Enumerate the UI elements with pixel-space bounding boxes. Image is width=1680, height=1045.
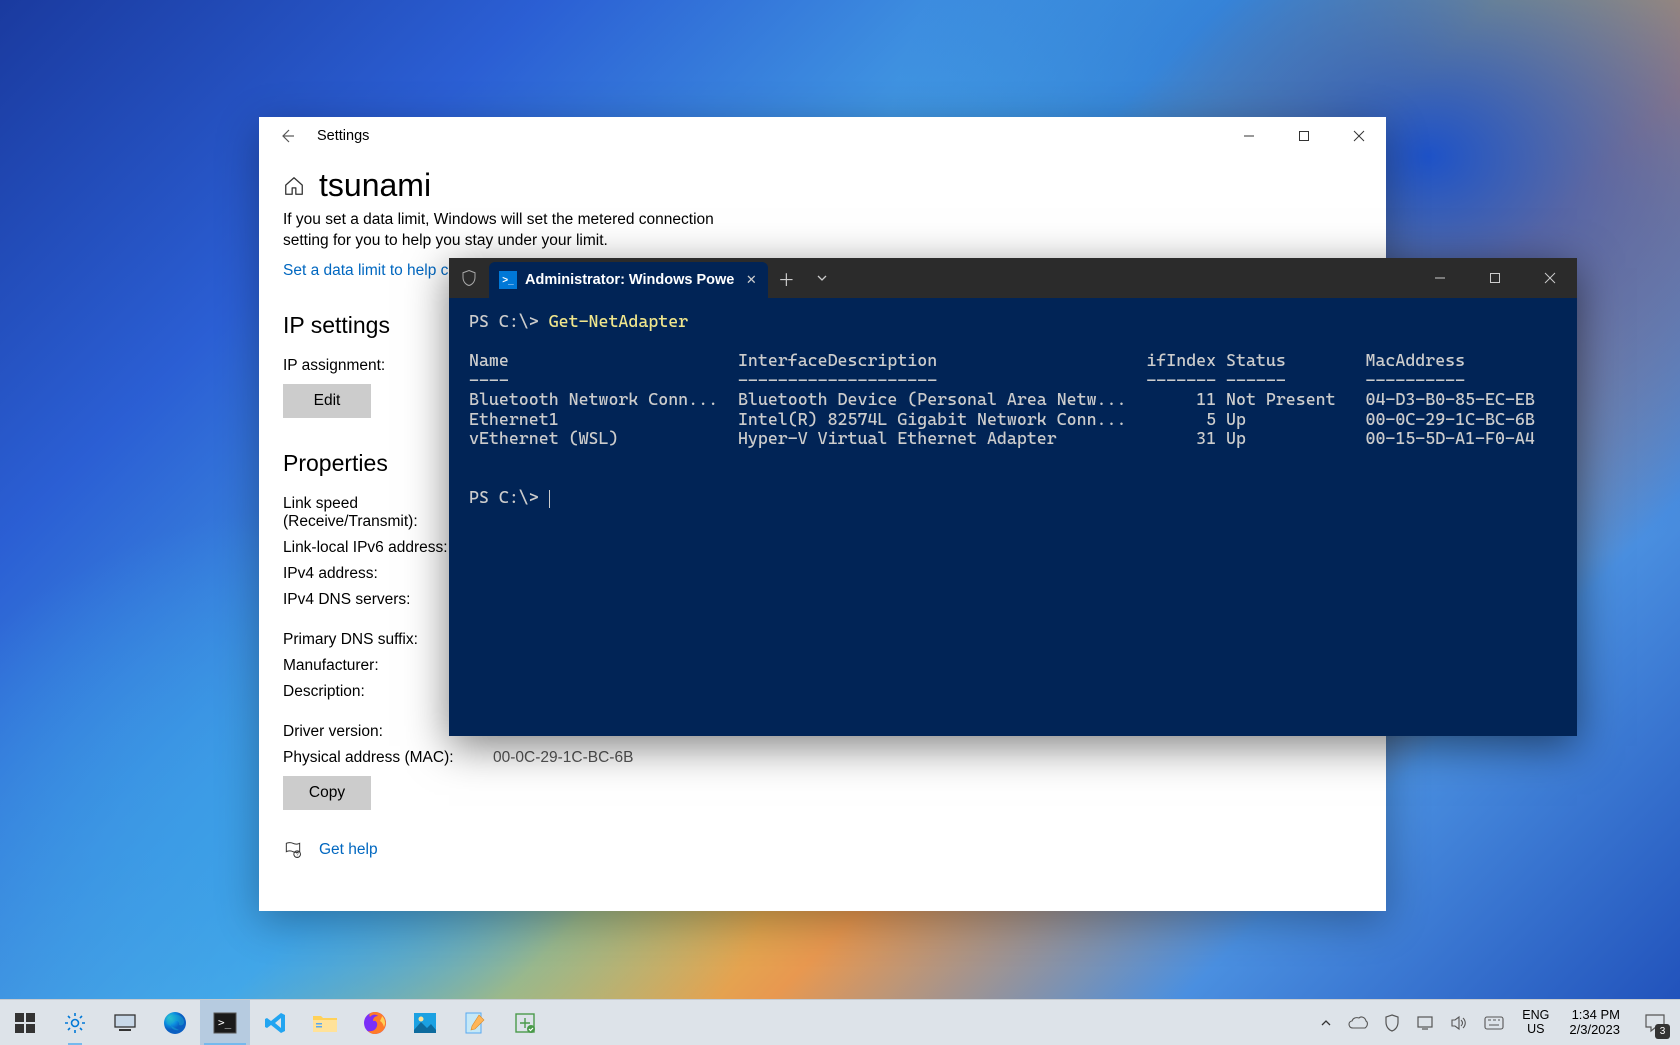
taskbar-settings[interactable] [50,1000,100,1045]
terminal-minimize-button[interactable] [1412,258,1467,298]
time-text: 1:34 PM [1572,1008,1620,1023]
prompt: PS C:\> [469,311,539,331]
start-button[interactable] [0,1000,50,1045]
notification-count: 3 [1655,1024,1670,1039]
taskbar-firefox[interactable] [350,1000,400,1045]
terminal-window: >_ Administrator: Windows Powe ✕ ＋ PS C:… [449,258,1577,736]
svg-text:>_: >_ [218,1016,232,1029]
help-icon: ? [283,840,303,860]
taskbar-notepad[interactable] [450,1000,500,1045]
home-icon[interactable] [283,175,305,197]
minimize-button[interactable] [1221,117,1276,155]
terminal-tab[interactable]: >_ Administrator: Windows Powe ✕ [489,262,768,298]
taskbar-explorer[interactable] [300,1000,350,1045]
taskbar: >_ ENG US 1:34 PM 2/3/2023 3 [0,999,1680,1045]
prompt: PS C:\> [469,487,539,507]
tray-network-icon[interactable] [1408,1000,1442,1045]
settings-app-title: Settings [317,128,369,144]
notification-button[interactable]: 3 [1630,1000,1680,1045]
svg-text:?: ? [296,853,299,859]
clock[interactable]: 1:34 PM 2/3/2023 [1559,1000,1630,1045]
edit-button[interactable]: Edit [283,384,371,418]
taskbar-photos[interactable] [400,1000,450,1045]
terminal-close-button[interactable] [1522,258,1577,298]
date-text: 2/3/2023 [1569,1023,1620,1038]
cursor [549,490,550,508]
tab-dropdown-button[interactable] [804,258,840,298]
admin-shield-icon [449,258,489,298]
copy-button[interactable]: Copy [283,776,371,810]
taskbar-taskview[interactable] [100,1000,150,1045]
powershell-icon: >_ [499,271,517,289]
terminal-tab-title: Administrator: Windows Powe [525,272,734,288]
tray-chevron-up-icon[interactable] [1312,1000,1340,1045]
tray-onedrive-icon[interactable] [1340,1000,1376,1045]
data-limit-description: If you set a data limit, Windows will se… [283,210,723,252]
tray-volume-icon[interactable] [1442,1000,1476,1045]
tray-ime-icon[interactable] [1476,1000,1512,1045]
language-indicator[interactable]: ENG US [1512,1000,1559,1045]
property-value: 00-0C-29-1C-BC-6B [493,749,633,767]
terminal-titlebar[interactable]: >_ Administrator: Windows Powe ✕ ＋ [449,258,1577,298]
taskbar-edge[interactable] [150,1000,200,1045]
property-label: Physical address (MAC): [283,749,493,767]
command-text: Get-NetAdapter [549,311,688,331]
new-tab-button[interactable]: ＋ [768,258,804,298]
page-title: tsunami [319,167,431,204]
get-help-link[interactable]: Get help [319,841,378,859]
close-tab-button[interactable]: ✕ [742,271,760,289]
back-button[interactable] [275,124,299,148]
tray-security-icon[interactable] [1376,1000,1408,1045]
close-button[interactable] [1331,117,1386,155]
taskbar-app[interactable] [500,1000,550,1045]
property-row: Physical address (MAC):00-0C-29-1C-BC-6B [283,745,1362,771]
maximize-button[interactable] [1276,117,1331,155]
terminal-output[interactable]: PS C:\> Get-NetAdapter Name InterfaceDes… [449,298,1577,736]
terminal-maximize-button[interactable] [1467,258,1522,298]
taskbar-vscode[interactable] [250,1000,300,1045]
lang-primary: ENG [1522,1009,1549,1023]
lang-secondary: US [1527,1023,1544,1037]
taskbar-terminal[interactable]: >_ [200,1000,250,1045]
settings-titlebar[interactable]: Settings [259,117,1386,155]
